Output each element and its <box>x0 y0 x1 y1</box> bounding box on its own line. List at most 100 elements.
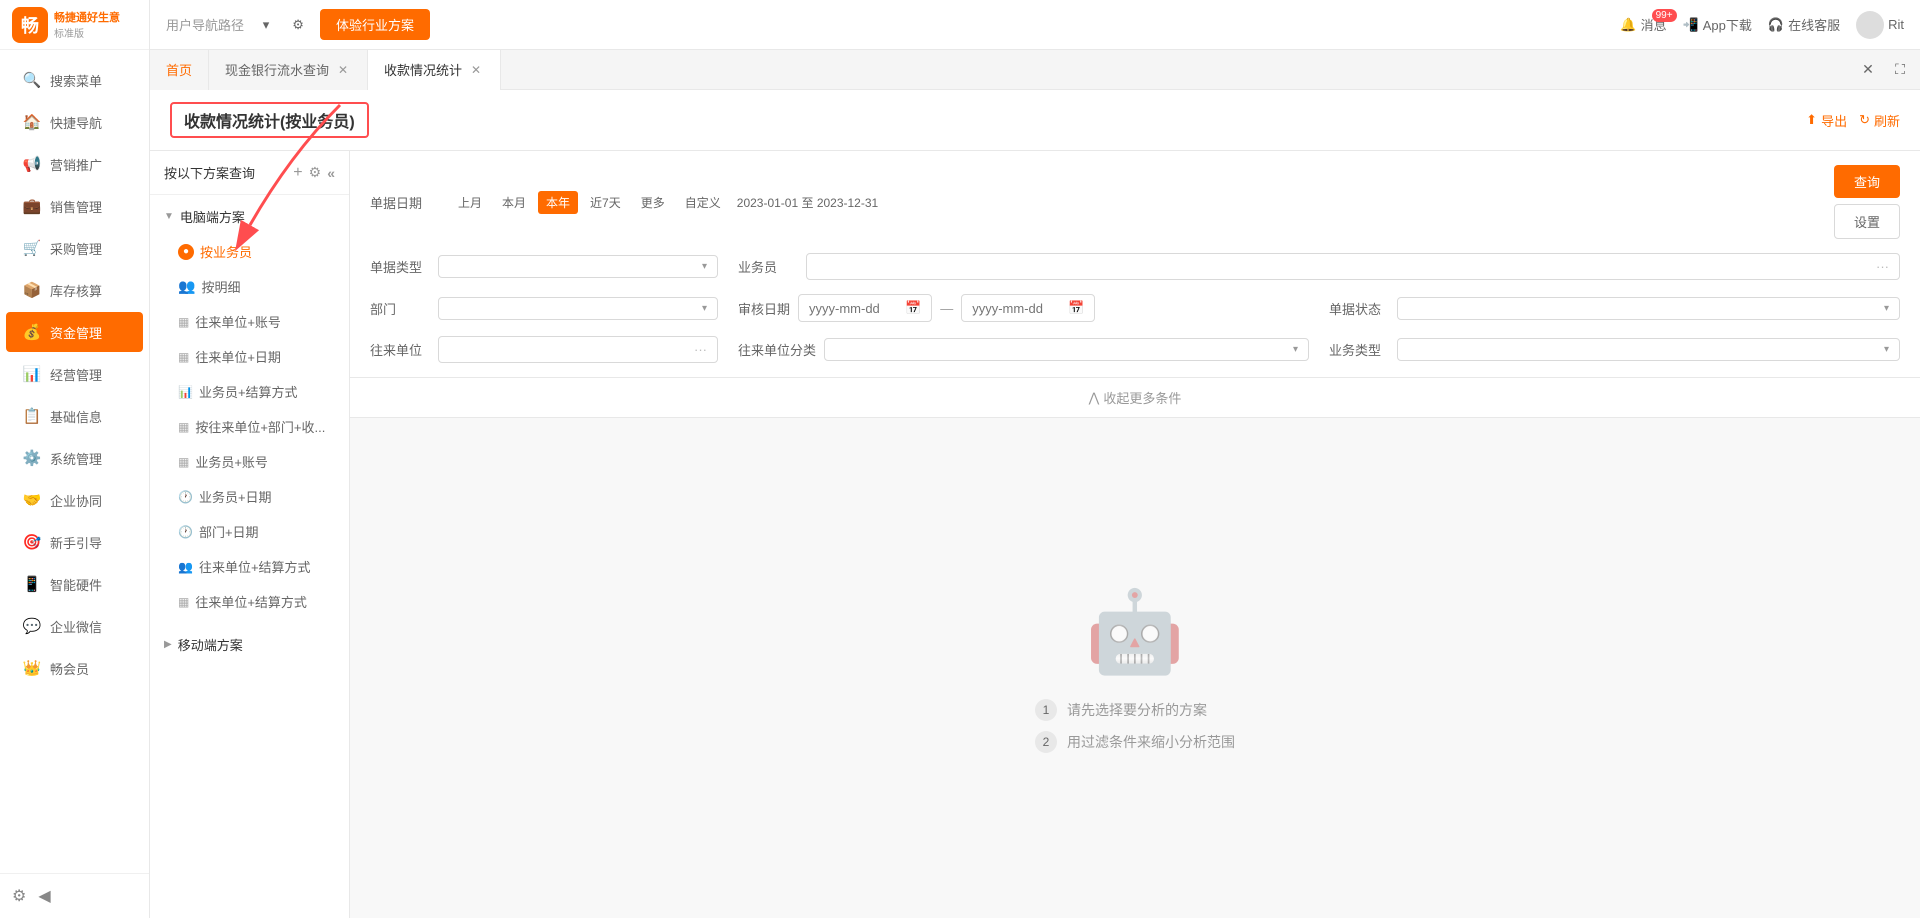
review-date-start[interactable]: 📅 <box>798 294 932 322</box>
add-schema-icon[interactable]: + <box>293 164 302 182</box>
partner-category-label: 往来单位分类 <box>738 340 816 359</box>
sidebar-item-basic[interactable]: 📋 基础信息 <box>6 396 143 436</box>
bill-status-select[interactable]: ▾ <box>1397 297 1900 320</box>
calendar-start-icon[interactable]: 📅 <box>905 300 921 316</box>
dept-select[interactable]: ▾ <box>438 297 718 320</box>
megaphone-icon: 📢 <box>22 154 42 174</box>
date-label: 单据日期 <box>370 193 430 212</box>
tab-home[interactable]: 首页 <box>150 50 209 90</box>
staff-account-label: 业务员+账号 <box>195 452 268 471</box>
sidebar-item-purchase[interactable]: 🛒 采购管理 <box>6 228 143 268</box>
target-icon: 🎯 <box>22 532 42 552</box>
sidebar-item-enterprise[interactable]: 🤝 企业协同 <box>6 480 143 520</box>
user-info[interactable]: Rit <box>1856 11 1904 39</box>
sidebar-item-finance[interactable]: 💰 资金管理 <box>6 312 143 352</box>
partner-category-select[interactable]: ▾ <box>824 338 1309 361</box>
tab-collection-stats[interactable]: 收款情况统计 ✕ <box>368 50 501 90</box>
empty-robot-illustration: 🤖 <box>1085 585 1185 679</box>
sidebar-item-hardware[interactable]: 📱 智能硬件 <box>6 564 143 604</box>
cart-icon: 🛒 <box>22 238 42 258</box>
schema-item-unit-account[interactable]: ▦ 往来单位+账号 <box>150 304 349 339</box>
review-date-start-input[interactable] <box>809 301 899 316</box>
right-panel: 单据日期 上月 本月 本年 近7天 更多 自定义 2023-01-01 至 20… <box>350 151 1920 918</box>
sidebar-item-sales[interactable]: 💼 销售管理 <box>6 186 143 226</box>
collapse-button[interactable]: ⋀ 收起更多条件 <box>1089 388 1182 407</box>
staff-select[interactable]: ··· <box>806 253 1900 280</box>
sidebar-item-quick-nav[interactable]: 🏠 快捷导航 <box>6 102 143 142</box>
unit-settle1-icon: 👥 <box>178 560 193 574</box>
schema-item-staff-date[interactable]: 🕐 业务员+日期 <box>150 479 349 514</box>
sidebar-item-member[interactable]: 👑 畅会员 <box>6 648 143 688</box>
online-service-button[interactable]: 🎧 在线客服 <box>1768 15 1840 34</box>
notification-button[interactable]: 🔔 消息 99+ <box>1620 15 1666 34</box>
partner-more-icon[interactable]: ··· <box>694 342 707 357</box>
review-date-end-input[interactable] <box>972 301 1062 316</box>
tab-bank-flow-close-icon[interactable]: ✕ <box>335 62 351 78</box>
header-gear-icon[interactable]: ⚙ <box>288 15 308 35</box>
schema-item-unit-date[interactable]: ▦ 往来单位+日期 <box>150 339 349 374</box>
partner-select[interactable]: ··· <box>438 336 718 363</box>
by-staff-label: 按业务员 <box>200 242 252 261</box>
schema-item-staff-account[interactable]: ▦ 业务员+账号 <box>150 444 349 479</box>
staff-account-icon: ▦ <box>178 455 189 469</box>
sidebar-item-newbie[interactable]: 🎯 新手引导 <box>6 522 143 562</box>
app-download-button[interactable]: 📲 App下载 <box>1683 15 1752 34</box>
box-icon: 📦 <box>22 280 42 300</box>
sidebar-item-operation[interactable]: 📊 经营管理 <box>6 354 143 394</box>
date-tab-7days[interactable]: 近7天 <box>582 191 629 214</box>
tab-collection-stats-close-icon[interactable]: ✕ <box>468 62 484 78</box>
date-tab-more[interactable]: 更多 <box>633 191 673 214</box>
breadcrumb-dropdown-icon[interactable]: ▾ <box>256 15 276 35</box>
schema-item-unit-settle2[interactable]: ▦ 往来单位+结算方式 <box>150 584 349 619</box>
sidebar-collapse-icon[interactable]: ◀ <box>38 886 50 906</box>
refresh-button[interactable]: ↻ 刷新 <box>1859 111 1900 130</box>
schema-item-staff-settle[interactable]: 📊 业务员+结算方式 <box>150 374 349 409</box>
date-tab-this-year[interactable]: 本年 <box>538 191 578 214</box>
money-icon: 💰 <box>22 322 42 342</box>
date-tab-this-month[interactable]: 本月 <box>494 191 534 214</box>
mobile-section-header[interactable]: ▶ 移动端方案 <box>150 627 349 662</box>
export-button[interactable]: ⬆ 导出 <box>1806 111 1847 130</box>
date-tab-custom[interactable]: 自定义 <box>677 191 729 214</box>
tab-bank-flow[interactable]: 现金银行流水查询 ✕ <box>209 50 368 90</box>
review-date-end[interactable]: 📅 <box>961 294 1095 322</box>
schema-item-unit-settle1[interactable]: 👥 往来单位+结算方式 <box>150 549 349 584</box>
schema-settings-icon[interactable]: ⚙ <box>309 164 322 181</box>
window-maximize-icon[interactable]: ⛶ <box>1888 58 1912 82</box>
sidebar-settings-icon[interactable]: ⚙ <box>12 886 26 906</box>
filter-settings-button[interactable]: 设置 <box>1834 204 1900 239</box>
bill-status-label: 单据状态 <box>1329 299 1389 318</box>
schema-item-dept-date[interactable]: 🕐 部门+日期 <box>150 514 349 549</box>
sidebar-item-inventory[interactable]: 📦 库存核算 <box>6 270 143 310</box>
mobile-schema-section: ▶ 移动端方案 <box>150 623 349 666</box>
review-date-label: 审核日期 <box>738 299 790 318</box>
schema-item-by-staff[interactable]: ● 按业务员 <box>150 234 349 269</box>
schema-item-by-detail[interactable]: 👥 按明细 <box>150 269 349 304</box>
sidebar-item-marketing[interactable]: 📢 营销推广 <box>6 144 143 184</box>
trial-button[interactable]: 体验行业方案 <box>320 9 430 40</box>
window-close-icon[interactable]: ✕ <box>1856 58 1880 82</box>
unit-account-icon: ▦ <box>178 315 189 329</box>
unit-dept-label: 按往来单位+部门+收... <box>195 417 325 436</box>
staff-date-icon: 🕐 <box>178 490 193 504</box>
sidebar-item-system[interactable]: ⚙️ 系统管理 <box>6 438 143 478</box>
sidebar-item-search[interactable]: 🔍 搜索菜单 <box>6 60 143 100</box>
calendar-end-icon[interactable]: 📅 <box>1068 300 1084 316</box>
sidebar-item-wechat[interactable]: 💬 企业微信 <box>6 606 143 646</box>
empty-steps: 1 请先选择要分析的方案 2 用过滤条件来缩小分析范围 <box>1035 699 1235 763</box>
bill-type-select[interactable]: ▾ <box>438 255 718 278</box>
section-expand-icon: ▼ <box>164 211 174 222</box>
schema-collapse-icon[interactable]: « <box>327 165 335 181</box>
business-type-select[interactable]: ▾ <box>1397 338 1900 361</box>
desktop-section-header[interactable]: ▼ 电脑端方案 <box>150 199 349 234</box>
date-tab-last-month[interactable]: 上月 <box>450 191 490 214</box>
step-2-number: 2 <box>1035 731 1057 753</box>
staff-more-icon[interactable]: ··· <box>1876 259 1889 274</box>
tabs-bar: 首页 现金银行流水查询 ✕ 收款情况统计 ✕ ✕ ⛶ <box>150 50 1920 90</box>
empty-state-area: 🤖 1 请先选择要分析的方案 2 用过滤条件来缩小分析范围 <box>350 418 1920 918</box>
query-button[interactable]: 查询 <box>1834 165 1900 198</box>
logo-icon: 畅 <box>12 7 48 43</box>
tab-collection-stats-label: 收款情况统计 <box>384 60 462 79</box>
content-area: 按以下方案查询 + ⚙ « ▼ 电脑端方案 ● 按业务员 👥 <box>150 151 1920 918</box>
schema-item-unit-dept[interactable]: ▦ 按往来单位+部门+收... <box>150 409 349 444</box>
